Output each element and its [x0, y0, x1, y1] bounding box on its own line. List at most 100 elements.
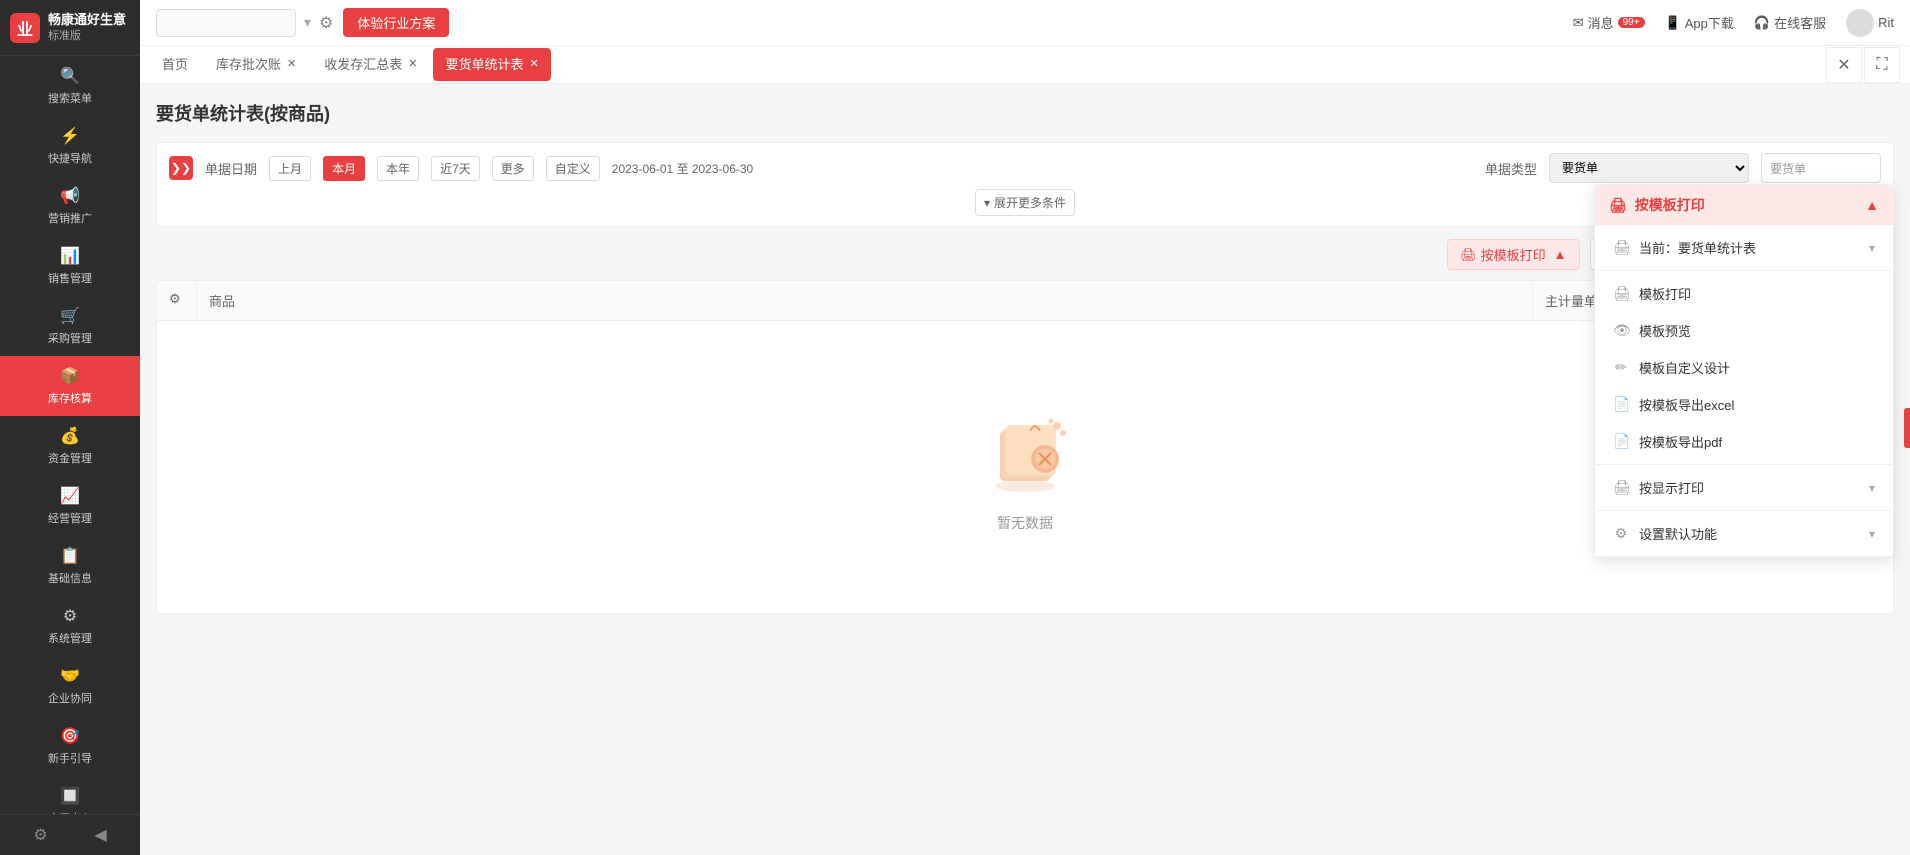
type-select[interactable]: 要货单	[1549, 153, 1749, 183]
topbar-left: ▾ ⚙ 体验行业方案	[156, 8, 449, 37]
print-dropdown-close[interactable]: ▲	[1865, 197, 1879, 213]
date-btn-this-year[interactable]: 本年	[377, 156, 419, 181]
set-default-icon: ⚙	[1613, 525, 1629, 542]
resize-handle[interactable]	[1904, 408, 1910, 448]
sidebar-item-label: 库存核算	[48, 390, 92, 406]
sidebar-item-collab[interactable]: 🤝 企业协同	[0, 656, 140, 716]
expand-more-btn[interactable]: ▾ 展开更多条件	[975, 189, 1075, 216]
print-template-btn[interactable]: 🖨 按模板打印 ▲	[1447, 239, 1579, 270]
dropdown-item-export-pdf[interactable]: 📄 按模板导出pdf	[1595, 423, 1893, 460]
dropdown-section-items: 🖨 模板打印 👁 模板预览 ✏ 模板自定义设计 📄 按模板导出excel 📄	[1595, 271, 1893, 465]
dropdown-current-item[interactable]: 🖨 当前：要货单统计表 ▾	[1595, 229, 1893, 266]
empty-text: 暂无数据	[997, 513, 1053, 533]
online-service-item[interactable]: 🎧 在线客服	[1754, 13, 1826, 32]
sidebar-item-label: 企业协同	[48, 690, 92, 706]
sidebar-item-label: 采购管理	[48, 330, 92, 346]
sidebar-item-label: 销售管理	[48, 270, 92, 286]
tab-inventory-batch[interactable]: 库存批次账 ✕	[204, 48, 308, 81]
print-dropdown-header[interactable]: 🖨 按模板打印 ▲	[1595, 185, 1893, 225]
excel-icon: 📄	[1613, 396, 1629, 413]
sidebar-item-guide[interactable]: 🎯 新手引导	[0, 716, 140, 776]
user-avatar-item[interactable]: Rit	[1846, 9, 1894, 37]
dropdown-item-export-excel[interactable]: 📄 按模板导出excel	[1595, 386, 1893, 423]
dropdown-item-label: 模板自定义设计	[1639, 358, 1730, 377]
tab-order-stats[interactable]: 要货单统计表 ✕	[433, 48, 550, 81]
dropdown-section-current: 🖨 当前：要货单统计表 ▾	[1595, 225, 1893, 271]
sidebar-item-label: 资金管理	[48, 450, 92, 466]
dropdown-item-preview[interactable]: 👁 模板预览	[1595, 312, 1893, 349]
edition-label: 标准版	[48, 29, 126, 43]
design-icon: ✏	[1613, 359, 1629, 376]
date-range-display: 2023-06-01 至 2023-06-30	[612, 160, 753, 177]
app-download-label: App下载	[1685, 13, 1734, 32]
print-header-icon: 🖨	[1609, 197, 1627, 214]
set-default-label: 设置默认功能	[1639, 524, 1717, 543]
topbar-dropdown-arrow[interactable]: ▾	[304, 14, 311, 31]
print-header-label: 按模板打印	[1635, 195, 1705, 215]
goods-filter-input[interactable]: 要货单	[1761, 153, 1881, 183]
th-checkbox[interactable]: ⚙	[157, 281, 197, 320]
tab-home[interactable]: 首页	[150, 48, 200, 81]
sidebar-item-operations[interactable]: 📈 经营管理	[0, 476, 140, 536]
purchase-icon: 🛒	[60, 306, 80, 326]
toggle-filter-btn[interactable]: ❯❯	[169, 156, 193, 180]
date-btn-more[interactable]: 更多	[492, 156, 534, 181]
sidebar-item-purchase[interactable]: 🛒 采购管理	[0, 296, 140, 356]
sidebar-item-finance[interactable]: 💰 资金管理	[0, 416, 140, 476]
tab-close-icon[interactable]: ✕	[287, 57, 296, 70]
guide-icon: 🎯	[60, 726, 80, 746]
app-download-item[interactable]: 📱 App下载	[1665, 13, 1734, 32]
date-btn-this-month[interactable]: 本月	[323, 156, 365, 181]
search-nav-icon: 🔍	[60, 66, 80, 86]
sidebar-item-label: 营销推广	[48, 210, 92, 226]
operations-icon: 📈	[60, 486, 80, 506]
topbar-search-input[interactable]	[156, 9, 296, 37]
sidebar-item-system[interactable]: ⚙ 系统管理	[0, 596, 140, 656]
type-label: 单据类型	[1485, 159, 1537, 178]
dropdown-item-print[interactable]: 🖨 模板打印	[1595, 275, 1893, 312]
sidebar-item-sales[interactable]: 📊 销售管理	[0, 236, 140, 296]
date-btn-last-month[interactable]: 上月	[269, 156, 311, 181]
sales-icon: 📊	[60, 246, 80, 266]
topbar-search-area: ▾ ⚙	[156, 9, 333, 37]
preview-icon: 👁	[1613, 322, 1629, 339]
sidebar-item-search[interactable]: 🔍 搜索菜单	[0, 56, 140, 116]
date-btn-7days[interactable]: 近7天	[431, 156, 480, 181]
sidebar-item-inventory[interactable]: 📦 库存核算	[0, 356, 140, 416]
print-dropdown-arrow[interactable]: ▲	[1554, 247, 1567, 262]
sidebar-bottom: ⚙ ◀	[0, 814, 140, 855]
dropdown-item-set-default[interactable]: ⚙ 设置默认功能 ▾	[1595, 515, 1893, 552]
tab-receipt-summary[interactable]: 收发存汇总表 ✕	[312, 48, 429, 81]
sidebar-item-label: 搜索菜单	[48, 90, 92, 106]
dropdown-current-label: 当前：要货单统计表	[1639, 238, 1756, 257]
tab-close-icon[interactable]: ✕	[408, 57, 417, 70]
template-print-icon: 🖨	[1613, 285, 1629, 302]
date-btn-custom[interactable]: 自定义	[546, 156, 600, 181]
topbar-right: ✉ 消息 99+ 📱 App下载 🎧 在线客服 Rit	[1573, 9, 1894, 37]
display-print-left: 🖨 按显示打印	[1613, 478, 1704, 497]
headset-icon: 🎧	[1754, 15, 1770, 31]
sidebar: 业 畅康通好生意 标准版 🔍 搜索菜单 ⚡ 快捷导航 📢 营销推广 📊 销售管理…	[0, 0, 140, 855]
collapse-icon[interactable]: ◀	[94, 825, 106, 845]
tab-close-icon[interactable]: ✕	[530, 57, 539, 70]
print-template-label: 按模板打印	[1481, 245, 1546, 264]
sidebar-item-marketing[interactable]: 📢 营销推广	[0, 176, 140, 236]
pdf-icon: 📄	[1613, 433, 1629, 450]
dropdown-item-display-print[interactable]: 🖨 按显示打印 ▾	[1595, 469, 1893, 506]
topbar: ▾ ⚙ 体验行业方案 ✉ 消息 99+ 📱 App下载 🎧 在线客服 Rit	[140, 0, 1910, 46]
tab-home-label: 首页	[162, 54, 188, 73]
sidebar-item-label: 系统管理	[48, 630, 92, 646]
tab-label: 收发存汇总表	[324, 54, 402, 73]
sidebar-item-quicknav[interactable]: ⚡ 快捷导航	[0, 116, 140, 176]
settings-icon[interactable]: ⚙	[33, 825, 47, 845]
sidebar-item-basic[interactable]: 📋 基础信息	[0, 536, 140, 596]
sidebar-item-appcenter[interactable]: 🔲 应用中心	[0, 776, 140, 814]
window-close-btn[interactable]: ✕	[1826, 47, 1862, 83]
page-title: 要货单统计表(按商品)	[156, 100, 1894, 126]
set-default-left: ⚙ 设置默认功能	[1613, 524, 1717, 543]
window-maximize-btn[interactable]: ⛶	[1864, 47, 1900, 83]
message-item[interactable]: ✉ 消息 99+	[1573, 13, 1645, 32]
dropdown-item-design[interactable]: ✏ 模板自定义设计	[1595, 349, 1893, 386]
trial-button[interactable]: 体验行业方案	[343, 8, 449, 37]
topbar-gear-icon[interactable]: ⚙	[319, 13, 333, 33]
